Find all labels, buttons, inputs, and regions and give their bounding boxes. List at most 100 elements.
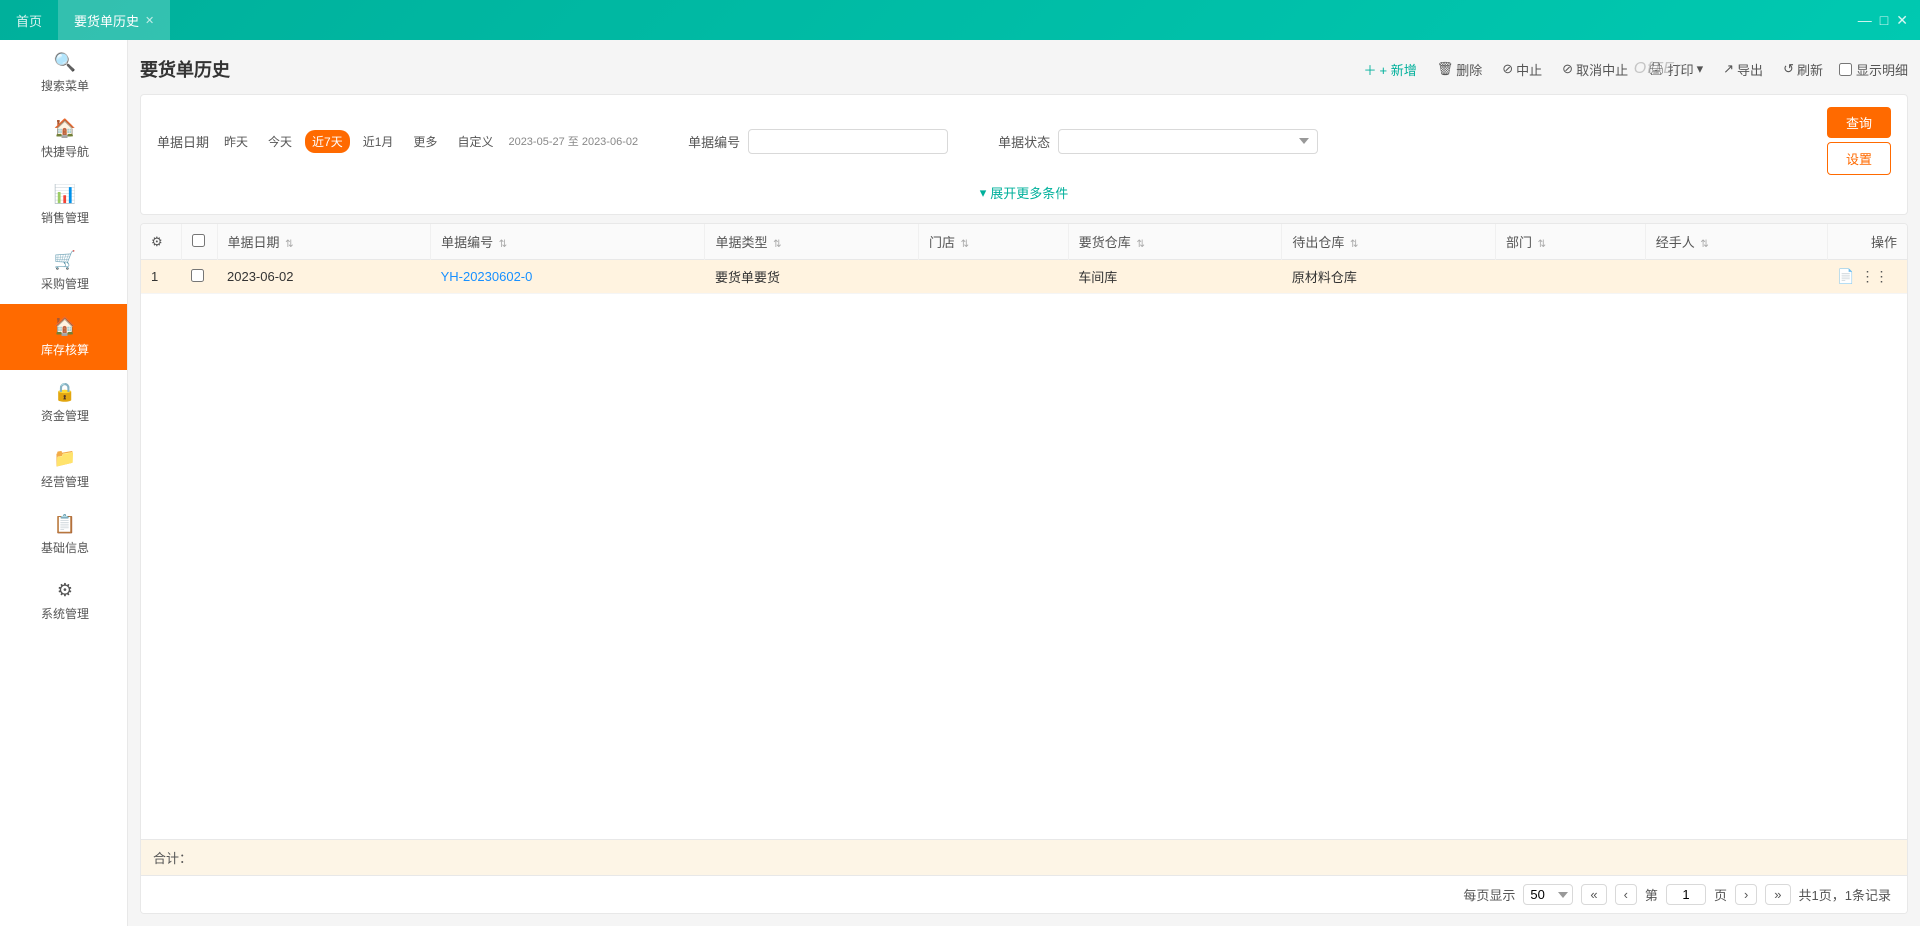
row-doc-no-link[interactable]: YH-20230602-0 xyxy=(441,269,533,284)
new-button[interactable]: ＋ + 新增 xyxy=(1359,58,1420,81)
row-doc-type: 要货单要货 xyxy=(705,260,919,294)
tab-home[interactable]: 首页 xyxy=(0,0,58,40)
col-handler-label: 经手人 xyxy=(1656,235,1695,250)
row-more-icon[interactable]: ⋮⋮ xyxy=(1860,268,1888,285)
tab-requisition-history-label: 要货单历史 xyxy=(74,11,139,30)
expand-more-btn[interactable]: ▾ 展开更多条件 xyxy=(157,183,1891,202)
settings-button[interactable]: 设置 xyxy=(1827,142,1891,175)
new-icon: ＋ xyxy=(1363,60,1376,79)
col-action: 操作 xyxy=(1827,224,1907,260)
cancel-stop-button[interactable]: ⊘ 取消中止 xyxy=(1558,58,1632,81)
stop-label: 中止 xyxy=(1516,60,1542,79)
date-range-display: 2023-05-27 至 2023-06-02 xyxy=(508,133,638,149)
col-handler-sort-icon[interactable]: ⇅ xyxy=(1700,239,1708,250)
delete-button[interactable]: 🗑 删除 xyxy=(1433,58,1487,81)
col-pending-warehouse-sort-icon[interactable]: ⇅ xyxy=(1350,239,1358,250)
page-wrapper: 要货单历史 ＋ + 新增 🗑 删除 ⊘ 中止 ⊘ xyxy=(128,40,1920,926)
col-doc-no-label: 单据编号 xyxy=(441,235,493,250)
home-icon: 🏠 xyxy=(54,118,76,139)
col-req-warehouse: 要货仓库 ⇅ xyxy=(1068,224,1282,260)
row-checkbox-cell xyxy=(181,260,217,294)
table-header: ⚙ 单据日期 ⇅ 单据编号 xyxy=(141,224,1907,260)
date-btn-more[interactable]: 更多 xyxy=(406,130,444,153)
row-edit-icon[interactable]: 📄 xyxy=(1837,268,1854,285)
refresh-icon: ↺ xyxy=(1783,61,1794,77)
sidebar-item-purchase[interactable]: 🛒 采购管理 xyxy=(0,238,127,304)
page-header: 要货单历史 ＋ + 新增 🗑 删除 ⊘ 中止 ⊘ xyxy=(140,52,1908,86)
date-btn-custom[interactable]: 自定义 xyxy=(450,130,500,153)
col-settings[interactable]: ⚙ xyxy=(141,224,181,260)
per-page-select[interactable]: 50 20 100 xyxy=(1523,884,1573,905)
tab-requisition-history[interactable]: 要货单历史 ✕ xyxy=(58,0,170,40)
row-checkbox[interactable] xyxy=(191,269,204,282)
maximize-icon[interactable]: □ xyxy=(1880,12,1888,28)
print-dropdown-icon: ▾ xyxy=(1697,61,1704,77)
date-btn-7days[interactable]: 近7天 xyxy=(305,130,350,153)
sidebar-label-sales: 销售管理 xyxy=(41,209,89,226)
col-doc-no-sort-icon[interactable]: ⇅ xyxy=(499,239,507,250)
tab-close-icon[interactable]: ✕ xyxy=(145,14,154,27)
sidebar-item-nav[interactable]: 🏠 快捷导航 xyxy=(0,106,127,172)
date-btn-yesterday[interactable]: 昨天 xyxy=(217,130,255,153)
sidebar-label-inventory: 库存核算 xyxy=(41,341,89,358)
display-detail-checkbox[interactable] xyxy=(1839,63,1852,76)
status-select[interactable] xyxy=(1058,129,1318,154)
settings-icon[interactable]: ⚙ xyxy=(151,234,163,249)
pagination-bar: 每页显示 50 20 100 « ‹ 第 页 › » 共1页，1条记录 xyxy=(141,875,1907,913)
sales-icon: 📊 xyxy=(54,184,76,205)
stop-button[interactable]: ⊘ 中止 xyxy=(1498,58,1546,81)
print-icon: 🖨 xyxy=(1648,61,1665,77)
prev-page-btn[interactable]: ‹ xyxy=(1615,884,1637,905)
col-store-label: 门店 xyxy=(929,235,955,250)
sidebar-item-inventory[interactable]: 🏠 库存核算 xyxy=(0,304,127,370)
col-date-sort-icon[interactable]: ⇅ xyxy=(285,239,293,250)
search-button[interactable]: 查询 xyxy=(1827,107,1891,138)
sidebar-item-system[interactable]: ⚙ 系统管理 xyxy=(0,568,127,634)
col-dept-label: 部门 xyxy=(1506,235,1532,250)
col-store-sort-icon[interactable]: ⇅ xyxy=(961,239,969,250)
refresh-label: 刷新 xyxy=(1797,60,1823,79)
col-doc-type-label: 单据类型 xyxy=(715,235,767,250)
sidebar-item-operations[interactable]: 📁 经营管理 xyxy=(0,436,127,502)
basic-info-icon: 📋 xyxy=(54,514,76,535)
row-doc-no: YH-20230602-0 xyxy=(431,260,705,294)
page-input[interactable] xyxy=(1666,884,1706,905)
col-doc-type-sort-icon[interactable]: ⇅ xyxy=(773,239,781,250)
sidebar-item-sales[interactable]: 📊 销售管理 xyxy=(0,172,127,238)
col-req-warehouse-sort-icon[interactable]: ⇅ xyxy=(1136,239,1144,250)
sidebar-label-finance: 资金管理 xyxy=(41,407,89,424)
stop-icon: ⊘ xyxy=(1502,61,1513,77)
col-doc-no: 单据编号 ⇅ xyxy=(431,224,705,260)
page-title: 要货单历史 xyxy=(140,56,230,82)
date-btn-today[interactable]: 今天 xyxy=(261,130,299,153)
date-btn-1month[interactable]: 近1月 xyxy=(356,130,401,153)
table-header-row: ⚙ 单据日期 ⇅ 单据编号 xyxy=(141,224,1907,260)
sidebar-label-nav: 快捷导航 xyxy=(41,143,89,160)
date-filter-group: 单据日期 昨天 今天 近7天 近1月 更多 自定义 2023-05-27 至 2… xyxy=(157,130,638,153)
main-content: 要货单历史 ＋ + 新增 🗑 删除 ⊘ 中止 ⊘ xyxy=(128,40,1920,926)
last-page-btn[interactable]: » xyxy=(1765,884,1790,905)
doc-no-input[interactable] xyxy=(748,129,948,154)
display-toggle[interactable]: 显示明细 xyxy=(1839,60,1908,79)
table-row: 1 2023-06-02 YH-20230602-0 要货单要货 xyxy=(141,260,1907,294)
sidebar-item-finance[interactable]: 🔒 资金管理 xyxy=(0,370,127,436)
select-all-checkbox[interactable] xyxy=(192,234,205,247)
row-actions: 📄 ⋮⋮ xyxy=(1827,260,1907,294)
export-button[interactable]: ↗ 导出 xyxy=(1719,58,1767,81)
row-pending-warehouse: 原材料仓库 xyxy=(1282,260,1496,294)
col-dept-sort-icon[interactable]: ⇅ xyxy=(1538,239,1546,250)
minimize-icon[interactable]: — xyxy=(1858,12,1872,28)
refresh-button[interactable]: ↺ 刷新 xyxy=(1779,58,1827,81)
filter-buttons: 查询 设置 xyxy=(1827,107,1891,175)
app-layout: 🔍 搜索菜单 🏠 快捷导航 📊 销售管理 🛒 采购管理 🏠 库存核算 🔒 资金管… xyxy=(0,40,1920,926)
top-bar-right: — □ ✕ xyxy=(1858,12,1920,29)
first-page-btn[interactable]: « xyxy=(1581,884,1606,905)
close-icon[interactable]: ✕ xyxy=(1896,12,1908,29)
sidebar-item-basic-info[interactable]: 📋 基础信息 xyxy=(0,502,127,568)
print-button[interactable]: 🖨 打印 ▾ xyxy=(1644,58,1707,81)
chevron-down-icon: ▾ xyxy=(980,185,987,201)
next-page-btn[interactable]: › xyxy=(1735,884,1757,905)
display-detail-label: 显示明细 xyxy=(1856,60,1908,79)
sidebar-item-search[interactable]: 🔍 搜索菜单 xyxy=(0,40,127,106)
print-label: 打印 xyxy=(1668,60,1694,79)
